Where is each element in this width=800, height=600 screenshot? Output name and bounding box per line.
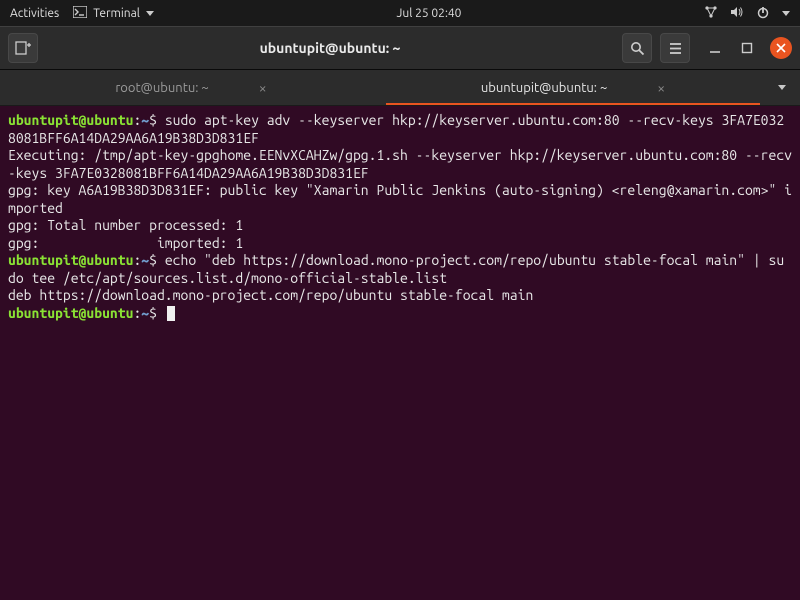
close-button[interactable] [770,37,792,59]
prompt-path: ~ [141,252,149,268]
minimize-button[interactable] [706,39,724,57]
tab-label: root@ubuntu: ~ [115,81,208,95]
tab-label: ubuntupit@ubuntu: ~ [481,81,607,95]
search-button[interactable] [622,33,652,63]
chevron-down-icon [778,85,786,90]
volume-icon[interactable] [730,5,744,22]
tab-menu-button[interactable] [764,70,800,105]
maximize-icon [741,42,753,54]
hamburger-icon [668,41,683,56]
app-menu-label: Terminal [93,7,140,20]
window-title: ubuntupit@ubuntu: ~ [46,40,614,56]
cursor [167,306,175,321]
terminal-header-bar: ubuntupit@ubuntu: ~ [0,26,800,70]
new-tab-button[interactable] [8,33,38,63]
output-line: Executing: /tmp/apt-key-gpghome.EENvXCAH… [8,147,792,181]
clock[interactable]: Jul 25 02:40 [154,7,704,20]
prompt-userhost: ubuntupit@ubuntu [8,305,133,321]
output-line: gpg: imported: 1 [8,235,243,251]
prompt-path: ~ [141,305,149,321]
tab-ubuntupit[interactable]: ubuntupit@ubuntu: ~ × [382,70,764,105]
prompt-userhost: ubuntupit@ubuntu [8,112,133,128]
prompt-userhost: ubuntupit@ubuntu [8,252,133,268]
tab-root[interactable]: root@ubuntu: ~ × [0,70,382,105]
terminal-icon [73,6,87,21]
terminal-tab-bar: root@ubuntu: ~ × ubuntupit@ubuntu: ~ × [0,70,800,106]
output-line: gpg: Total number processed: 1 [8,217,243,233]
output-line: deb https://download.mono-project.com/re… [8,287,533,303]
close-icon [776,43,786,53]
network-icon[interactable] [704,5,718,22]
prompt-path: ~ [141,112,149,128]
prompt-end: $ [149,252,165,268]
maximize-button[interactable] [738,39,756,57]
search-icon [630,41,645,56]
prompt-end: $ [149,112,165,128]
chevron-down-icon [146,11,154,16]
terminal-pane[interactable]: ubuntupit@ubuntu:~$ sudo apt-key adv --k… [0,106,800,600]
power-icon[interactable] [756,5,770,22]
output-line: gpg: key A6A19B38D3D831EF: public key "X… [8,182,792,216]
hamburger-menu-button[interactable] [660,33,690,63]
activities-button[interactable]: Activities [10,7,59,20]
gnome-top-bar: Activities Terminal Jul 25 02:40 [0,0,800,26]
tab-close-button[interactable]: × [657,80,665,96]
app-menu-button[interactable]: Terminal [73,6,154,21]
tab-close-button[interactable]: × [259,80,267,96]
chevron-down-icon[interactable] [782,11,790,16]
minimize-icon [709,42,721,54]
prompt-end: $ [149,305,165,321]
